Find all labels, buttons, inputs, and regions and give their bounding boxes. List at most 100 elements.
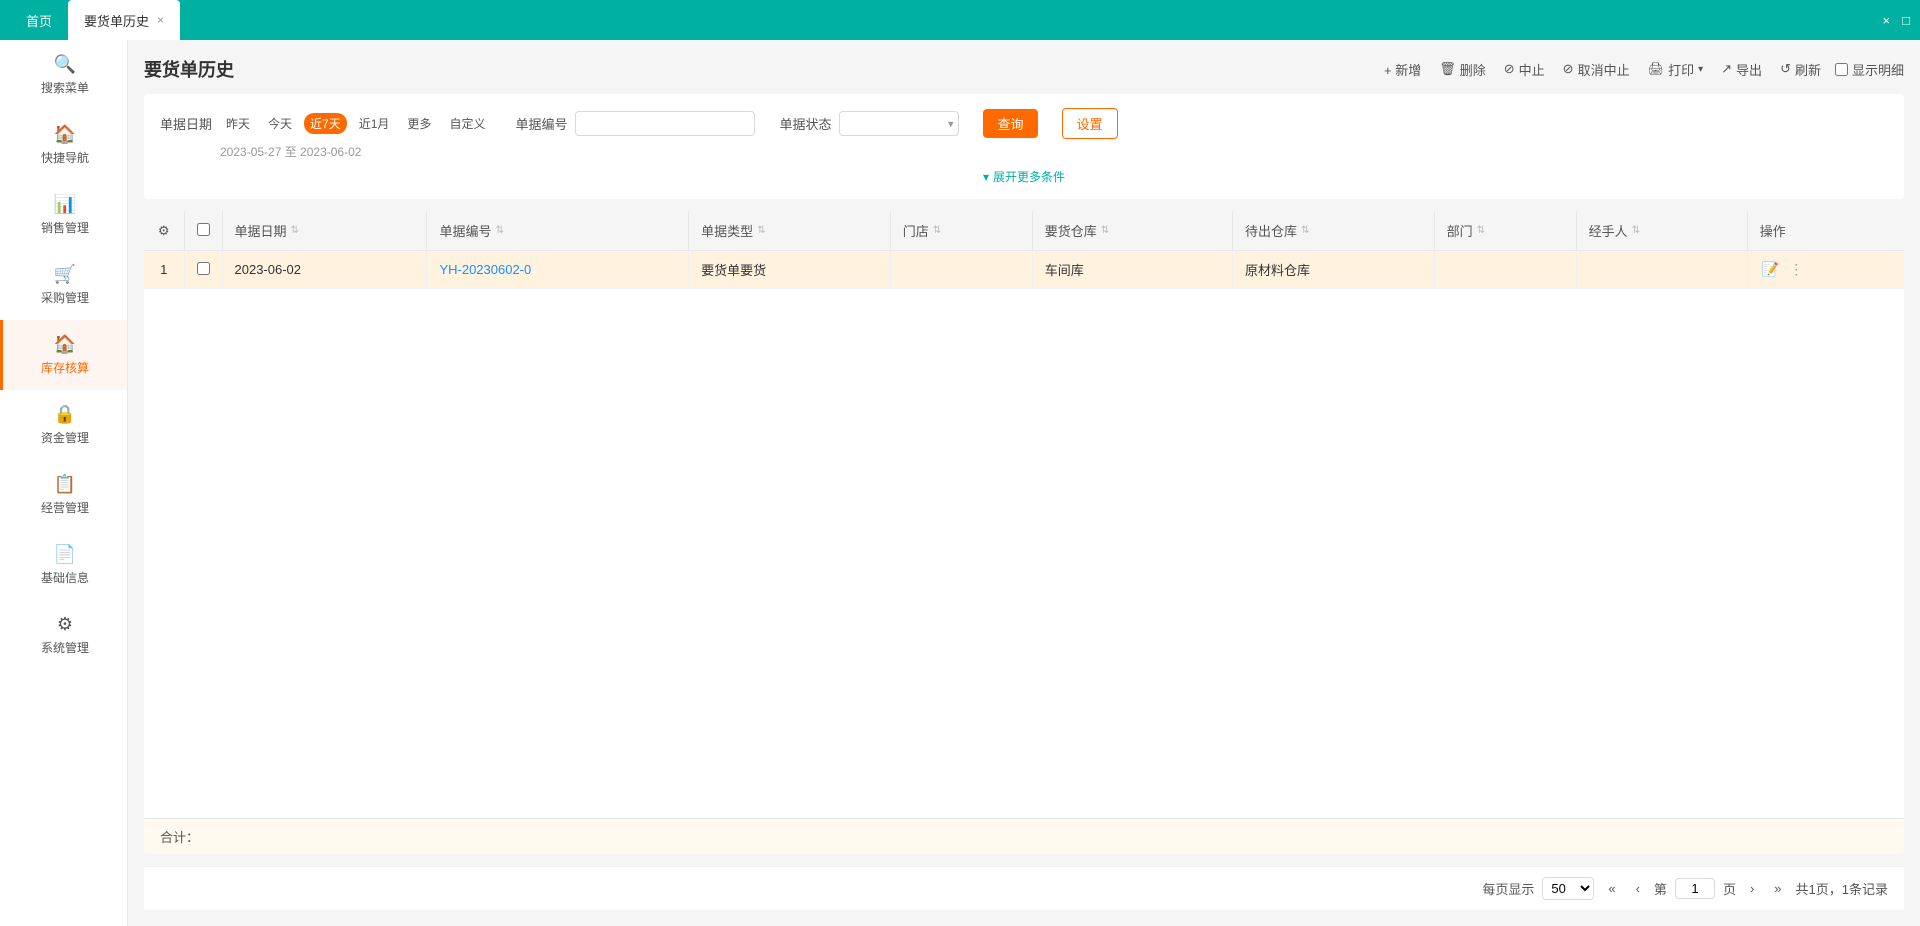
sidebar-item-ops-mgmt[interactable]: 📋 经营管理 [0, 460, 127, 530]
th-dept[interactable]: 部门 ⇅ [1434, 211, 1576, 251]
date-btn-yesterday[interactable]: 昨天 [220, 113, 256, 134]
row-doc-date: 2023-06-02 [222, 251, 427, 289]
date-btn-7days[interactable]: 近7天 [304, 113, 347, 134]
refresh-button[interactable]: ↺ 刷新 [1776, 58, 1825, 81]
expand-more-btn[interactable]: ▾ 展开更多条件 [160, 168, 1888, 185]
sidebar-item-sales-mgmt-label: 销售管理 [41, 219, 89, 236]
select-all-checkbox[interactable] [197, 223, 210, 236]
th-dept-sortable: 部门 ⇅ [1447, 221, 1564, 240]
date-btn-custom[interactable]: 自定义 [443, 113, 491, 134]
row-edit-button[interactable]: 📝 [1760, 259, 1781, 280]
row-doc-no-link[interactable]: YH-20230602-0 [439, 262, 531, 277]
window-maximize-icon[interactable]: □ [1902, 13, 1910, 28]
sidebar-item-basic-info[interactable]: 📄 基础信息 [0, 530, 127, 600]
page-number-input[interactable] [1675, 878, 1715, 899]
tab-history[interactable]: 要货单历史 × [68, 0, 180, 40]
show-detail-label: 显示明细 [1835, 60, 1904, 79]
new-button[interactable]: + 新增 [1380, 58, 1425, 81]
content-area: 要货单历史 + 新增 🗑 删除 ⊘ 中止 ⊘ 取消中止 🖨 打印 [128, 40, 1920, 926]
export-button[interactable]: ↗ 导出 [1717, 58, 1766, 81]
sidebar-item-sys-mgmt[interactable]: ⚙ 系统管理 [0, 600, 127, 670]
th-dept-label: 部门 [1447, 221, 1473, 240]
th-pending-warehouse-sort-icon: ⇅ [1301, 225, 1309, 236]
first-page-btn[interactable]: « [1602, 879, 1621, 898]
window-close-icon[interactable]: × [1883, 13, 1891, 28]
status-select-wrapper [839, 111, 959, 136]
th-handler-label: 经手人 [1589, 221, 1628, 240]
date-range-text: 2023-05-27 至 2023-06-02 [220, 145, 361, 159]
th-handler-sort-icon: ⇅ [1632, 225, 1640, 236]
filter-row-1: 单据日期 昨天 今天 近7天 近1月 更多 自定义 单据编号 [160, 108, 1888, 139]
sidebar-item-shortcut-nav[interactable]: 🏠 快捷导航 [0, 110, 127, 180]
th-store[interactable]: 门店 ⇅ [890, 211, 1032, 251]
sidebar-item-search-menu[interactable]: 🔍 搜索菜单 [0, 40, 127, 110]
date-btn-1month[interactable]: 近1月 [353, 113, 396, 134]
th-handler-sortable: 经手人 ⇅ [1589, 221, 1735, 240]
table-container: ⚙ 单据日期 ⇅ [144, 211, 1904, 854]
tab-close-icon[interactable]: × [157, 13, 164, 27]
delete-button[interactable]: 🗑 删除 [1435, 58, 1490, 81]
row-more-button[interactable]: ⋮ [1787, 259, 1805, 280]
date-options: 昨天 今天 近7天 近1月 更多 自定义 [220, 113, 491, 134]
row-store [890, 251, 1032, 289]
page-suffix: 页 [1723, 879, 1736, 898]
sidebar-item-purchase-mgmt-label: 采购管理 [41, 289, 89, 306]
cancel-stop-label: 取消中止 [1578, 60, 1630, 79]
next-page-btn[interactable]: › [1744, 879, 1760, 898]
th-doc-no[interactable]: 单据编号 ⇅ [427, 211, 689, 251]
sidebar-item-sys-mgmt-label: 系统管理 [41, 639, 89, 656]
query-button[interactable]: 查询 [983, 109, 1037, 138]
sidebar-item-purchase-mgmt[interactable]: 🛒 采购管理 [0, 250, 127, 320]
th-doc-type-label: 单据类型 [701, 221, 753, 240]
th-doc-date[interactable]: 单据日期 ⇅ [222, 211, 427, 251]
sidebar-item-sales-mgmt[interactable]: 📊 销售管理 [0, 180, 127, 250]
cancel-stop-button[interactable]: ⊘ 取消中止 [1559, 58, 1634, 81]
show-detail-checkbox[interactable] [1835, 63, 1848, 76]
row-actions: 📝 ⋮ [1760, 259, 1892, 280]
expand-more-icon: ▾ [983, 170, 989, 184]
header-actions: + 新增 🗑 删除 ⊘ 中止 ⊘ 取消中止 🖨 打印 ▾ [1380, 58, 1904, 81]
th-pending-warehouse[interactable]: 待出仓库 ⇅ [1232, 211, 1434, 251]
stop-button[interactable]: ⊘ 中止 [1500, 58, 1549, 81]
tab-home[interactable]: 首页 [10, 0, 68, 40]
table-footer: 合计： [144, 818, 1904, 854]
page-header: 要货单历史 + 新增 🗑 删除 ⊘ 中止 ⊘ 取消中止 🖨 打印 [144, 56, 1904, 82]
prev-page-btn[interactable]: ‹ [1630, 879, 1646, 898]
main-layout: 🔍 搜索菜单 🏠 快捷导航 📊 销售管理 🛒 采购管理 🏠 库存核算 🔒 资金管… [0, 40, 1920, 926]
table-settings-icon: ⚙ [158, 223, 170, 238]
delete-icon: 🗑 [1439, 61, 1456, 77]
last-page-btn[interactable]: » [1768, 879, 1787, 898]
row-index: 1 [144, 251, 184, 289]
row-checkbox[interactable] [197, 262, 210, 275]
page-size-select[interactable]: 50 100 200 [1542, 877, 1594, 900]
settings-button[interactable]: 设置 [1062, 108, 1118, 139]
th-doc-type[interactable]: 单据类型 ⇅ [689, 211, 891, 251]
date-btn-today[interactable]: 今天 [262, 113, 298, 134]
status-select[interactable] [839, 111, 959, 136]
date-btn-more[interactable]: 更多 [401, 113, 437, 134]
total-info: 共1页，1条记录 [1796, 879, 1888, 898]
status-label: 单据状态 [779, 114, 831, 133]
print-button[interactable]: 🖨 打印 ▾ [1644, 58, 1708, 81]
doc-no-input[interactable] [575, 111, 755, 136]
sidebar-item-inventory-calc[interactable]: 🏠 库存核算 [0, 320, 127, 390]
doc-no-label: 单据编号 [515, 114, 567, 133]
date-filter-group: 单据日期 昨天 今天 近7天 近1月 更多 自定义 [160, 113, 491, 134]
table-header-row: ⚙ 单据日期 ⇅ [144, 211, 1904, 251]
search-menu-icon: 🔍 [54, 54, 76, 75]
th-req-warehouse[interactable]: 要货仓库 ⇅ [1032, 211, 1232, 251]
table-row: 1 2023-06-02 YH-20230602-0 要货单要货 车间库 [144, 251, 1904, 289]
th-handler[interactable]: 经手人 ⇅ [1576, 211, 1747, 251]
sidebar-item-finance-mgmt[interactable]: 🔒 资金管理 [0, 390, 127, 460]
tab-home-label: 首页 [26, 11, 52, 30]
th-doc-no-label: 单据编号 [439, 221, 491, 240]
refresh-label: 刷新 [1795, 60, 1821, 79]
basic-info-icon: 📄 [54, 544, 76, 565]
print-label: 打印 [1668, 60, 1694, 79]
row-actions-cell: 📝 ⋮ [1747, 251, 1904, 289]
th-doc-date-sortable: 单据日期 ⇅ [235, 221, 415, 240]
row-req-warehouse: 车间库 [1032, 251, 1232, 289]
print-dropdown-icon: ▾ [1698, 64, 1703, 75]
status-filter-group: 单据状态 [779, 111, 959, 136]
th-settings[interactable]: ⚙ [144, 211, 184, 251]
